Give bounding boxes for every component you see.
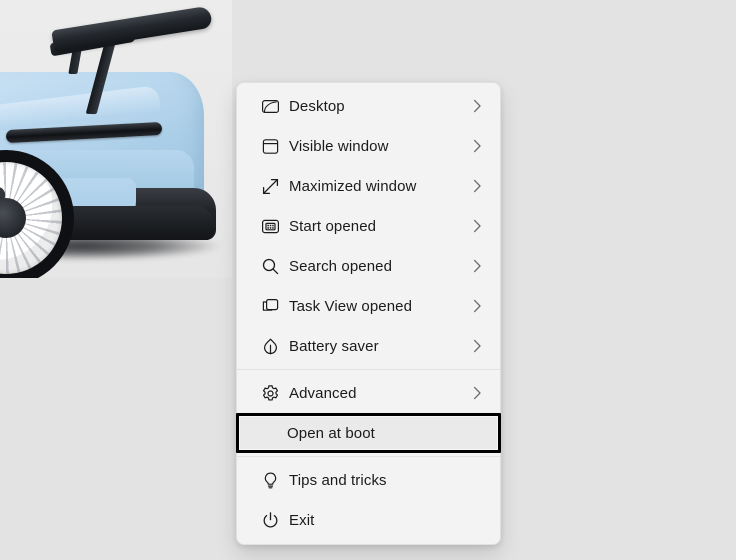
- maximize-arrows-icon: [253, 177, 287, 196]
- chevron-right-icon: [473, 339, 482, 353]
- chevron-right-icon: [473, 99, 482, 113]
- menu-item-label: Exit: [289, 511, 315, 529]
- menu-item-visible-window[interactable]: Visible window: [237, 126, 500, 166]
- menu-item-label: Task View opened: [289, 297, 413, 315]
- chevron-right-icon: [473, 139, 482, 153]
- wallpaper-car-photo: [0, 0, 232, 278]
- chevron-right-icon: [473, 219, 482, 233]
- desktop-icon: [253, 97, 287, 116]
- menu-item-label: Open at boot: [287, 424, 375, 442]
- menu-separator-bottom: [237, 456, 500, 457]
- car-wing-blade: [51, 5, 213, 53]
- menu-item-label: Visible window: [289, 137, 389, 155]
- menu-item-exit[interactable]: Exit: [237, 500, 500, 540]
- power-icon: [253, 511, 287, 530]
- search-icon: [253, 257, 287, 276]
- menu-item-task-view-opened[interactable]: Task View opened: [237, 286, 500, 326]
- chevron-right-icon: [473, 179, 482, 193]
- menu-item-desktop[interactable]: Desktop: [237, 86, 500, 126]
- chevron-right-icon: [473, 259, 482, 273]
- leaf-icon: [253, 337, 287, 356]
- menu-item-search-opened[interactable]: Search opened: [237, 246, 500, 286]
- context-menu: Desktop Visible window Maximized window: [236, 82, 501, 545]
- start-menu-icon: [253, 217, 287, 236]
- lightbulb-icon: [253, 471, 287, 490]
- menu-item-start-opened[interactable]: Start opened: [237, 206, 500, 246]
- menu-item-maximized-window[interactable]: Maximized window: [237, 166, 500, 206]
- menu-item-label: Desktop: [289, 97, 345, 115]
- menu-item-tips-and-tricks[interactable]: Tips and tricks: [237, 460, 500, 500]
- menu-item-label: Advanced: [289, 384, 357, 402]
- menu-item-label: Tips and tricks: [289, 471, 387, 489]
- menu-item-open-at-boot[interactable]: Open at boot: [236, 413, 501, 453]
- chevron-right-icon: [473, 299, 482, 313]
- menu-item-label: Start opened: [289, 217, 377, 235]
- menu-separator-advanced: [237, 369, 500, 370]
- chevron-right-icon: [473, 386, 482, 400]
- window-icon: [253, 137, 287, 156]
- gear-icon: [253, 384, 287, 403]
- menu-item-battery-saver[interactable]: Battery saver: [237, 326, 500, 366]
- menu-item-label: Search opened: [289, 257, 393, 275]
- menu-item-advanced[interactable]: Advanced: [237, 373, 500, 413]
- menu-item-label: Maximized window: [289, 177, 417, 195]
- menu-item-label: Battery saver: [289, 337, 379, 355]
- task-view-icon: [253, 297, 287, 316]
